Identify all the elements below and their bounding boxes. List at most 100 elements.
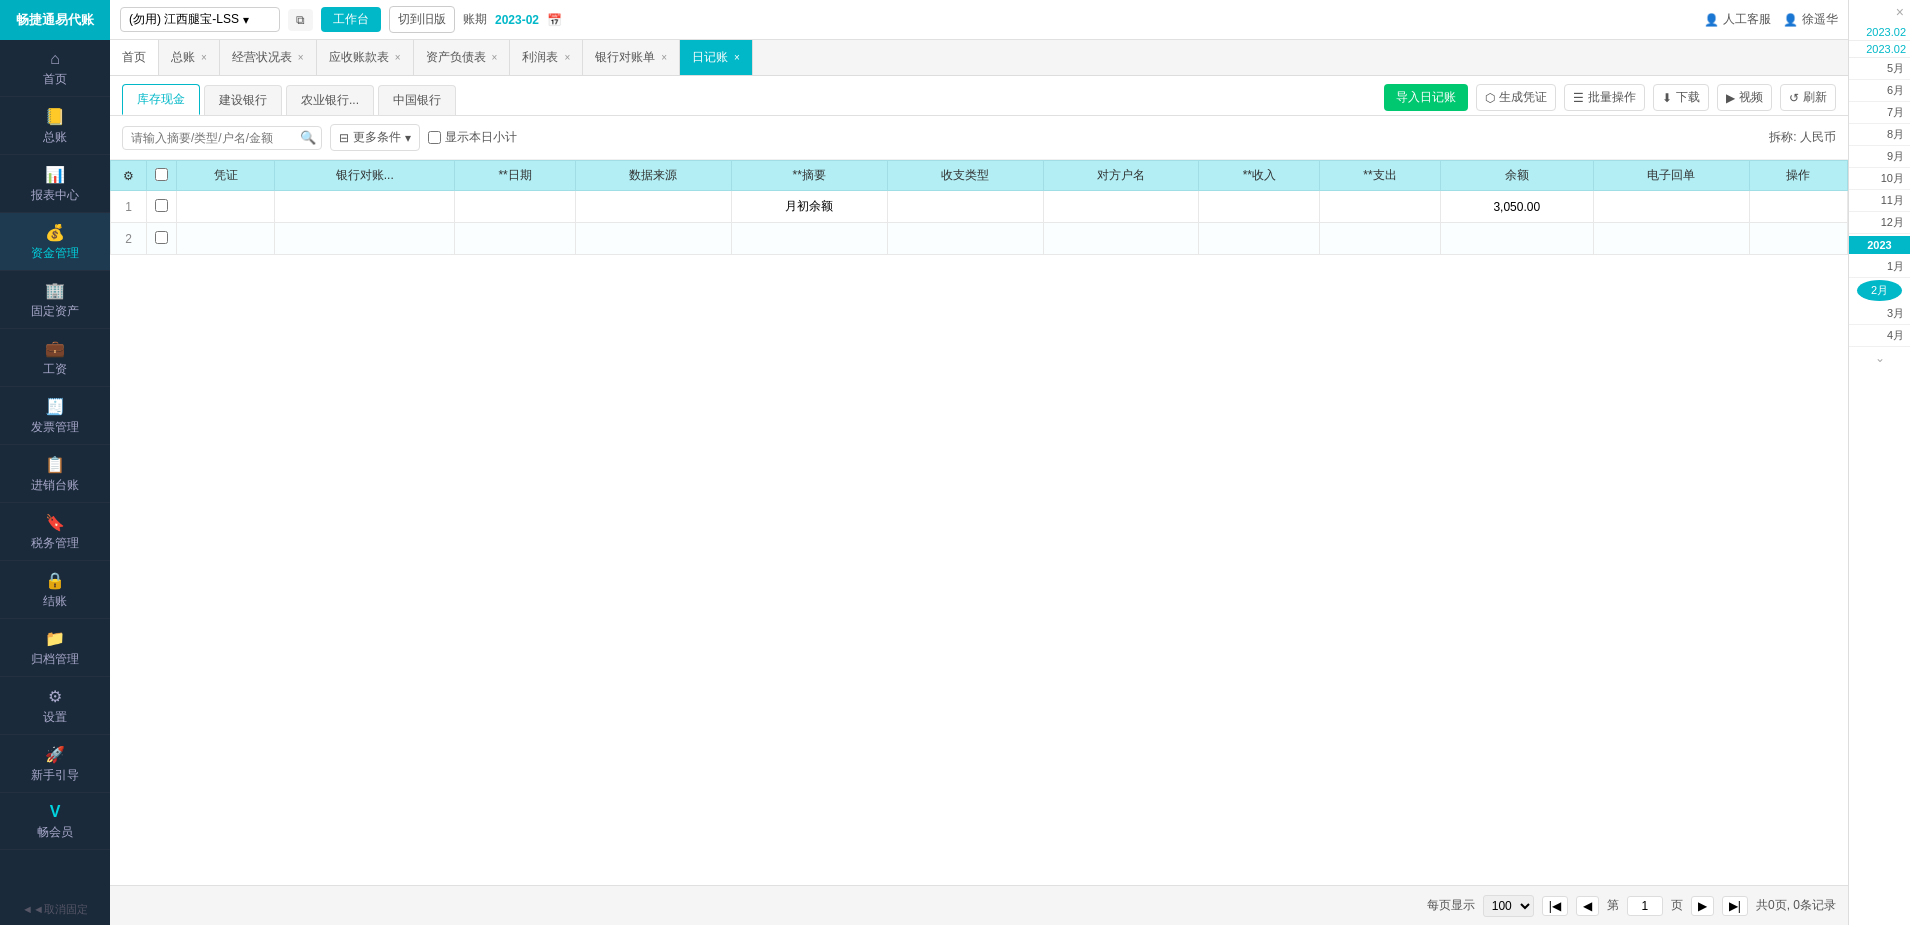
sidebar-item-ledger[interactable]: 📒 总账	[0, 97, 110, 155]
col-income: **收入	[1199, 161, 1320, 191]
close-date-panel-btn[interactable]: ×	[1849, 0, 1910, 24]
chevron-down-icon: ▾	[405, 131, 411, 145]
date-panel-period-2: 2023.02	[1849, 41, 1910, 58]
import-journal-btn[interactable]: 导入日记账	[1384, 84, 1468, 111]
prev-page-btn[interactable]: ◀	[1576, 896, 1599, 916]
tab-receivables[interactable]: 应收账款表 ×	[317, 40, 414, 76]
sidebar-item-archive[interactable]: 📁 归档管理	[0, 619, 110, 677]
tab-close-receivables[interactable]: ×	[395, 52, 401, 63]
col-settings[interactable]: ⚙	[111, 161, 147, 191]
bank-tab-ccb[interactable]: 建设银行	[204, 85, 282, 115]
more-conditions-btn[interactable]: ⊟ 更多条件 ▾	[330, 124, 420, 151]
table-row: 1 月初余额 3,050.00	[111, 191, 1848, 223]
month-item-6[interactable]: 6月	[1849, 80, 1910, 102]
old-version-btn[interactable]: 切到旧版	[389, 6, 455, 33]
tab-home[interactable]: 首页	[110, 40, 159, 76]
month-item-3[interactable]: 3月	[1849, 303, 1910, 325]
bank-tab-boc[interactable]: 中国银行	[378, 85, 456, 115]
sidebar-item-label: 税务管理	[31, 535, 79, 552]
video-icon: ▶	[1726, 91, 1735, 105]
generate-voucher-btn[interactable]: ⬡ 生成凭证	[1476, 84, 1556, 111]
workspace-btn[interactable]: 工作台	[321, 7, 381, 32]
row-checkbox-2[interactable]	[147, 223, 177, 255]
sidebar-unpin-btn[interactable]: ◄◄取消固定	[0, 894, 110, 925]
month-item-11[interactable]: 11月	[1849, 190, 1910, 212]
refresh-btn[interactable]: ↺ 刷新	[1780, 84, 1836, 111]
tab-balance-sheet[interactable]: 资产负债表 ×	[414, 40, 511, 76]
sidebar-item-fixed-assets[interactable]: 🏢 固定资产	[0, 271, 110, 329]
user-profile[interactable]: 👤 徐遥华	[1783, 11, 1838, 28]
topbar-right: 👤 人工客服 👤 徐遥华	[1704, 11, 1838, 28]
col-date: **日期	[455, 161, 576, 191]
row-num-2: 2	[111, 223, 147, 255]
month-item-5[interactable]: 5月	[1849, 58, 1910, 80]
month-item-2-active[interactable]: 2月	[1857, 280, 1902, 301]
tab-journal[interactable]: 日记账 ×	[680, 40, 753, 76]
download-icon: ⬇	[1662, 91, 1672, 105]
calendar-icon[interactable]: 📅	[547, 13, 562, 27]
tab-ledger[interactable]: 总账 ×	[159, 40, 220, 76]
month-item-10[interactable]: 10月	[1849, 168, 1910, 190]
tab-close-bank[interactable]: ×	[661, 52, 667, 63]
search-input[interactable]	[122, 126, 322, 150]
sidebar-item-label: 结账	[43, 593, 67, 610]
sidebar-item-purchase-sales[interactable]: 📋 进销台账	[0, 445, 110, 503]
row-checkbox-1[interactable]	[147, 191, 177, 223]
first-page-btn[interactable]: |◀	[1542, 896, 1568, 916]
bank-tab-cash[interactable]: 库存现金	[122, 84, 200, 115]
tab-profit[interactable]: 利润表 ×	[510, 40, 583, 76]
sidebar-item-settings[interactable]: ⚙ 设置	[0, 677, 110, 735]
customer-service[interactable]: 👤 人工客服	[1704, 11, 1771, 28]
col-summary: **摘要	[731, 161, 887, 191]
month-item-9[interactable]: 9月	[1849, 146, 1910, 168]
show-daily-total-checkbox[interactable]	[428, 131, 441, 144]
bank-tab-abc[interactable]: 农业银行...	[286, 85, 374, 115]
copy-btn[interactable]: ⧉	[288, 9, 313, 31]
chevron-down-icon: ▾	[243, 13, 249, 27]
month-item-1[interactable]: 1月	[1849, 256, 1910, 278]
tab-close-journal[interactable]: ×	[734, 52, 740, 63]
company-selector[interactable]: (勿用) 江西腿宝-LSS ▾	[120, 7, 280, 32]
ledger-icon: 📒	[45, 107, 65, 126]
sidebar-item-member[interactable]: V 畅会员	[0, 793, 110, 850]
month-item-12[interactable]: 12月	[1849, 212, 1910, 234]
sidebar-item-salary[interactable]: 💼 工资	[0, 329, 110, 387]
tab-close-balance-sheet[interactable]: ×	[492, 52, 498, 63]
table-body: 1 月初余额 3,050.00	[111, 191, 1848, 255]
month-item-8[interactable]: 8月	[1849, 124, 1910, 146]
sidebar-item-guide[interactable]: 🚀 新手引导	[0, 735, 110, 793]
batch-op-btn[interactable]: ☰ 批量操作	[1564, 84, 1645, 111]
sidebar-item-invoice[interactable]: 🧾 发票管理	[0, 387, 110, 445]
video-btn[interactable]: ▶ 视频	[1717, 84, 1772, 111]
page-input[interactable]	[1627, 896, 1663, 916]
sidebar-item-label: 归档管理	[31, 651, 79, 668]
select-all-checkbox[interactable]	[155, 168, 168, 181]
tab-close-profit[interactable]: ×	[564, 52, 570, 63]
row-income-1	[1199, 191, 1320, 223]
tab-bank-statement[interactable]: 银行对账单 ×	[583, 40, 680, 76]
month-item-7[interactable]: 7月	[1849, 102, 1910, 124]
last-page-btn[interactable]: ▶|	[1722, 896, 1748, 916]
scroll-down-arrow[interactable]: ⌄	[1849, 347, 1910, 369]
footer-bar: 每页显示 100 50 200 |◀ ◀ 第 页 ▶ ▶| 共0页, 0条记录	[110, 885, 1848, 925]
download-btn[interactable]: ⬇ 下载	[1653, 84, 1709, 111]
sidebar-item-home[interactable]: ⌂ 首页	[0, 40, 110, 97]
sidebar-item-capital[interactable]: 💰 资金管理	[0, 213, 110, 271]
tab-close-ledger[interactable]: ×	[201, 52, 207, 63]
next-page-btn[interactable]: ▶	[1691, 896, 1714, 916]
col-expense: **支出	[1320, 161, 1441, 191]
sidebar-item-tax[interactable]: 🔖 税务管理	[0, 503, 110, 561]
page-unit: 页	[1671, 897, 1683, 914]
sidebar-item-label: 设置	[43, 709, 67, 726]
month-item-4[interactable]: 4月	[1849, 325, 1910, 347]
sidebar-item-reports[interactable]: 📊 报表中心	[0, 155, 110, 213]
tab-business[interactable]: 经营状况表 ×	[220, 40, 317, 76]
show-daily-total-label[interactable]: 显示本日小计	[428, 129, 517, 146]
tax-icon: 🔖	[45, 513, 65, 532]
tab-close-business[interactable]: ×	[298, 52, 304, 63]
per-page-select[interactable]: 100 50 200	[1483, 895, 1534, 917]
reports-icon: 📊	[45, 165, 65, 184]
sidebar-item-closing[interactable]: 🔒 结账	[0, 561, 110, 619]
page-label: 第	[1607, 897, 1619, 914]
col-checkbox[interactable]	[147, 161, 177, 191]
